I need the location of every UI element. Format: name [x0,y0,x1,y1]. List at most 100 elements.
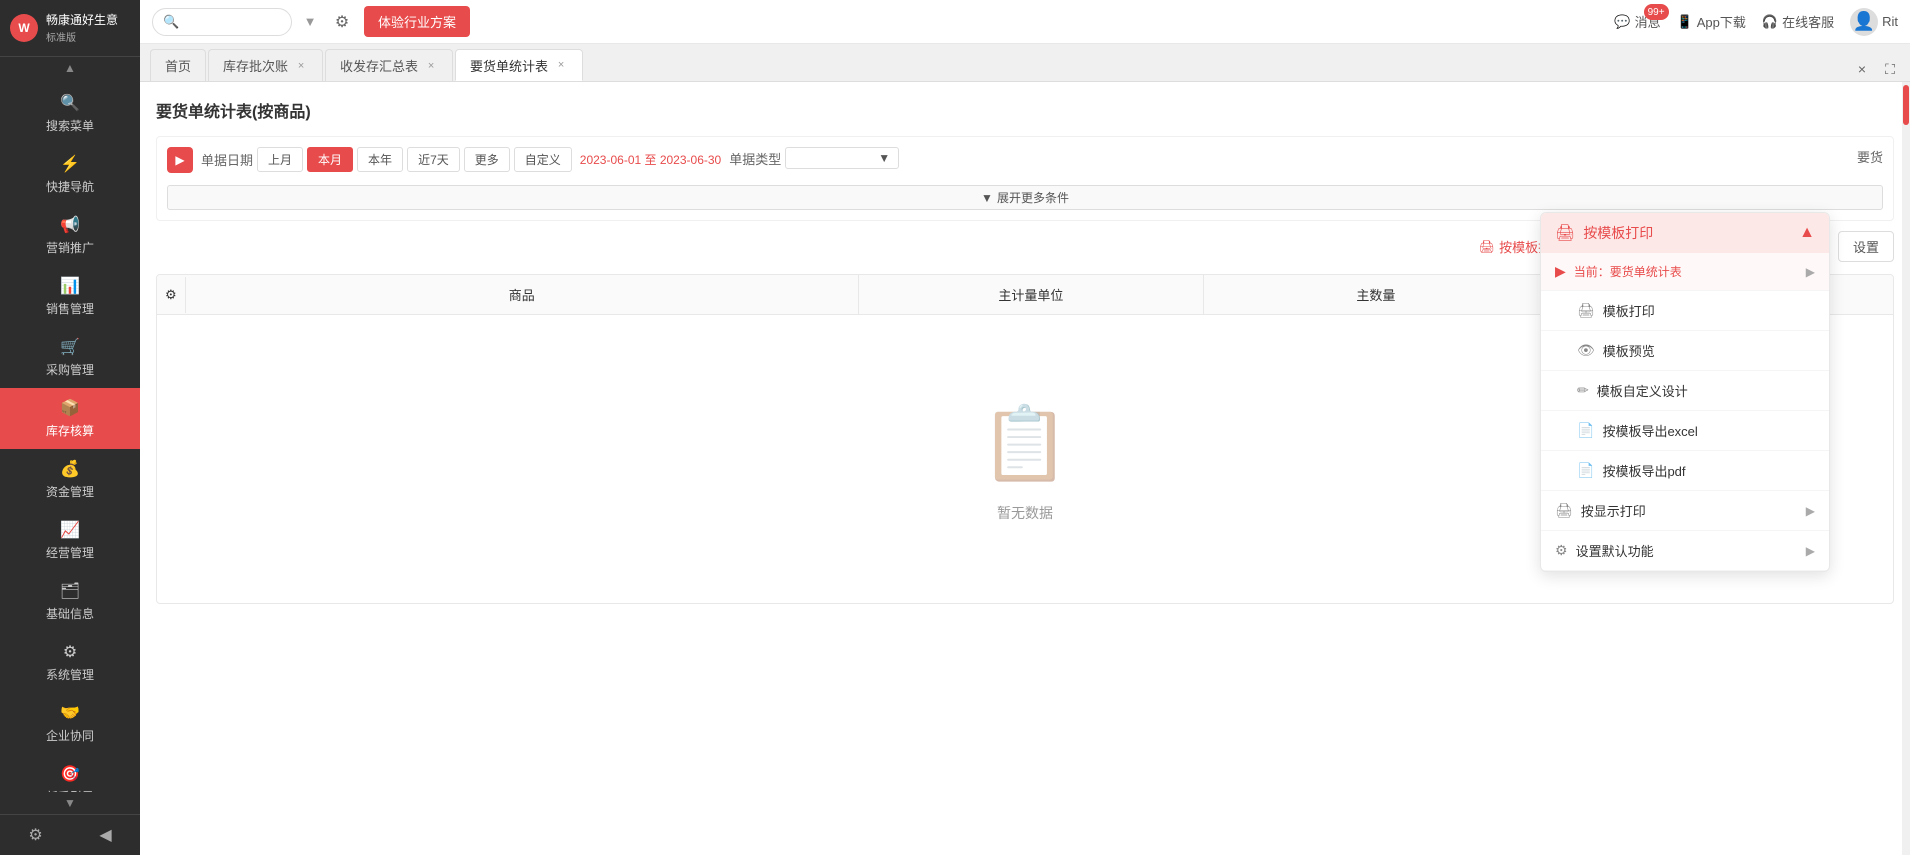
dropdown-close-btn[interactable]: ▲ [1799,224,1815,242]
search-box[interactable]: 🔍 [152,8,292,36]
message-btn[interactable]: 💬 消息 99+ [1614,12,1660,31]
item-label: 按模板导出pdf [1602,461,1685,480]
sidebar-item-collab[interactable]: 🤝 企业协同 [0,693,140,754]
right-scrollbar[interactable] [1902,82,1910,855]
sidebar-item-label: 资金管理 [46,483,94,500]
tab-stock-summary[interactable]: 收发存汇总表 × [325,49,453,81]
sidebar-item-sales[interactable]: 📊 销售管理 [0,266,140,327]
dropdown-item-template-preview[interactable]: 👁 模板预览 [1541,331,1829,371]
search-dropdown-btn[interactable]: ▼ [300,12,320,32]
tab-order-stats[interactable]: 要货单统计表 × [455,49,583,81]
sidebar-item-label: 营销推广 [46,239,94,256]
dropdown-section-set-default[interactable]: ⚙ 设置默认功能 ▶ [1541,531,1829,571]
expand-more-row: ▼ 展开更多条件 [167,185,1883,210]
settings-btn[interactable]: 设置 [1838,231,1894,262]
sidebar-item-label: 库存核算 [46,422,94,439]
dropdown-item-template-print[interactable]: 🖨 模板打印 [1541,291,1829,331]
dropdown-current-template[interactable]: ▶ 当前：要货单统计表 ▶ [1541,253,1829,291]
app-download-btn[interactable]: 📱 App下载 [1677,12,1746,31]
tab-stock-summary-close[interactable]: × [424,59,438,73]
th-settings[interactable]: ⚙ [157,277,186,313]
period-last-month[interactable]: 上月 [257,147,303,172]
shortcut-icon: ⚡ [60,154,80,174]
dropdown-item-export-excel[interactable]: 📄 按模板导出excel [1541,411,1829,451]
sidebar-item-label: 销售管理 [46,300,94,317]
date-range: 2023-06-01 至 2023-06-30 [580,151,721,168]
item-label: 按模板导出excel [1602,421,1697,440]
maximize-window-btn[interactable]: ⛶ [1878,57,1902,81]
sales-icon: 📊 [60,276,80,296]
sidebar-item-search[interactable]: 🔍 搜索菜单 [0,83,140,144]
dropdown-header: 🖨 按模板打印 ▲ [1541,213,1829,253]
item-left: ✏ 模板自定义设计 [1577,381,1688,400]
current-template-icon: ▶ [1555,263,1566,280]
dropdown-section-display-print[interactable]: 🖨 按显示打印 ▶ [1541,491,1829,531]
sidebar-settings-btn[interactable]: ⚙ [28,825,42,845]
content-area: 要货单统计表(按商品) ▶ 单据日期 上月 本月 本年 近7天 更多 自定义 2… [140,82,1910,855]
section-label: 设置默认功能 [1576,541,1654,560]
section-display-print-icon: 🖨 [1555,502,1573,519]
filter-expand-btn[interactable]: ▶ [167,147,193,173]
type-filter-group: 单据类型 ▼ [729,147,899,169]
item-label: 模板打印 [1603,301,1655,320]
period-this-month[interactable]: 本月 [307,147,353,172]
period-custom[interactable]: 自定义 [514,147,572,172]
trial-btn[interactable]: 体验行业方案 [364,6,470,37]
sidebar-item-finance[interactable]: 💰 资金管理 [0,449,140,510]
item-left: 🖨 模板打印 [1577,301,1655,320]
dropdown-title: 按模板打印 [1583,223,1653,243]
sidebar-item-inventory[interactable]: 📦 库存核算 [0,388,140,449]
sidebar-scroll-up[interactable]: ▲ [0,57,140,79]
tab-home[interactable]: 首页 [150,49,206,81]
sidebar-logo: W 畅康通好生意 标准版 [0,0,140,57]
period-this-year[interactable]: 本年 [357,147,403,172]
sidebar-item-label: 经营管理 [46,544,94,561]
sidebar-item-system[interactable]: ⚙ 系统管理 [0,632,140,693]
expand-more-btn[interactable]: ▼ 展开更多条件 [167,185,1883,210]
sidebar-item-operations[interactable]: 📈 经营管理 [0,510,140,571]
type-select[interactable]: ▼ [785,147,899,169]
purchase-icon: 🛒 [60,337,80,357]
item-left: 📄 按模板导出pdf [1577,461,1686,480]
period-more[interactable]: 更多 [464,147,510,172]
user-avatar-btn[interactable]: 👤 Rit [1850,8,1898,36]
topbar-gear-btn[interactable]: ⚙ [328,8,356,36]
search-input[interactable] [183,15,283,29]
close-window-btn[interactable]: × [1850,57,1874,81]
period-7days[interactable]: 近7天 [407,147,460,172]
sidebar-item-basic[interactable]: 🗂 基础信息 [0,571,140,632]
sidebar-item-guide[interactable]: 🎯 新手引导 [0,754,140,792]
operations-icon: 📈 [60,520,80,540]
sidebar: W 畅康通好生意 标准版 ▲ 🔍 搜索菜单 ⚡ 快捷导航 📢 营销推广 📊 销售… [0,0,140,855]
section-set-default-icon: ⚙ [1555,542,1568,559]
message-badge: 99+ [1644,4,1669,20]
dropdown-item-template-design[interactable]: ✏ 模板自定义设计 [1541,371,1829,411]
item-design-icon: ✏ [1577,382,1589,399]
sidebar-item-shortcut[interactable]: ⚡ 快捷导航 [0,144,140,205]
expand-label: 展开更多条件 [997,189,1069,206]
sidebar-scroll-down[interactable]: ▼ [0,792,140,814]
marketing-icon: 📢 [60,215,80,235]
tab-order-stats-close[interactable]: × [554,58,568,72]
section-display-print-arrow: ▶ [1806,504,1815,518]
service-icon: 🎧 [1762,14,1778,30]
guide-icon: 🎯 [60,764,80,784]
tab-inventory-batch[interactable]: 库存批次账 × [208,49,323,81]
tab-inventory-batch-close[interactable]: × [294,59,308,73]
section-set-default-arrow: ▶ [1806,544,1815,558]
section-label: 按显示打印 [1581,501,1646,520]
sidebar-collapse-btn[interactable]: ◀ [99,825,111,845]
online-service-btn[interactable]: 🎧 在线客服 [1762,12,1834,31]
user-avatar: 👤 [1850,8,1878,36]
basic-icon: 🗂 [60,581,80,601]
topbar: 🔍 ▼ ⚙ 体验行业方案 💬 消息 99+ 📱 App下载 🎧 在线客服 � [140,0,1910,44]
sidebar-item-label: 企业协同 [46,727,94,744]
dropdown-current-left: ▶ 当前：要货单统计表 [1555,263,1682,280]
print-dropdown-panel: 🖨 按模板打印 ▲ ▶ 当前：要货单统计表 ▶ 🖨 模板打印 [1540,212,1830,572]
item-preview-icon: 👁 [1577,342,1595,359]
dropdown-item-export-pdf[interactable]: 📄 按模板导出pdf [1541,451,1829,491]
sidebar-item-marketing[interactable]: 📢 营销推广 [0,205,140,266]
filter-bar: ▶ 单据日期 上月 本月 本年 近7天 更多 自定义 2023-06-01 至 … [156,136,1894,221]
empty-icon: 📋 [980,395,1070,487]
sidebar-item-purchase[interactable]: 🛒 采购管理 [0,327,140,388]
